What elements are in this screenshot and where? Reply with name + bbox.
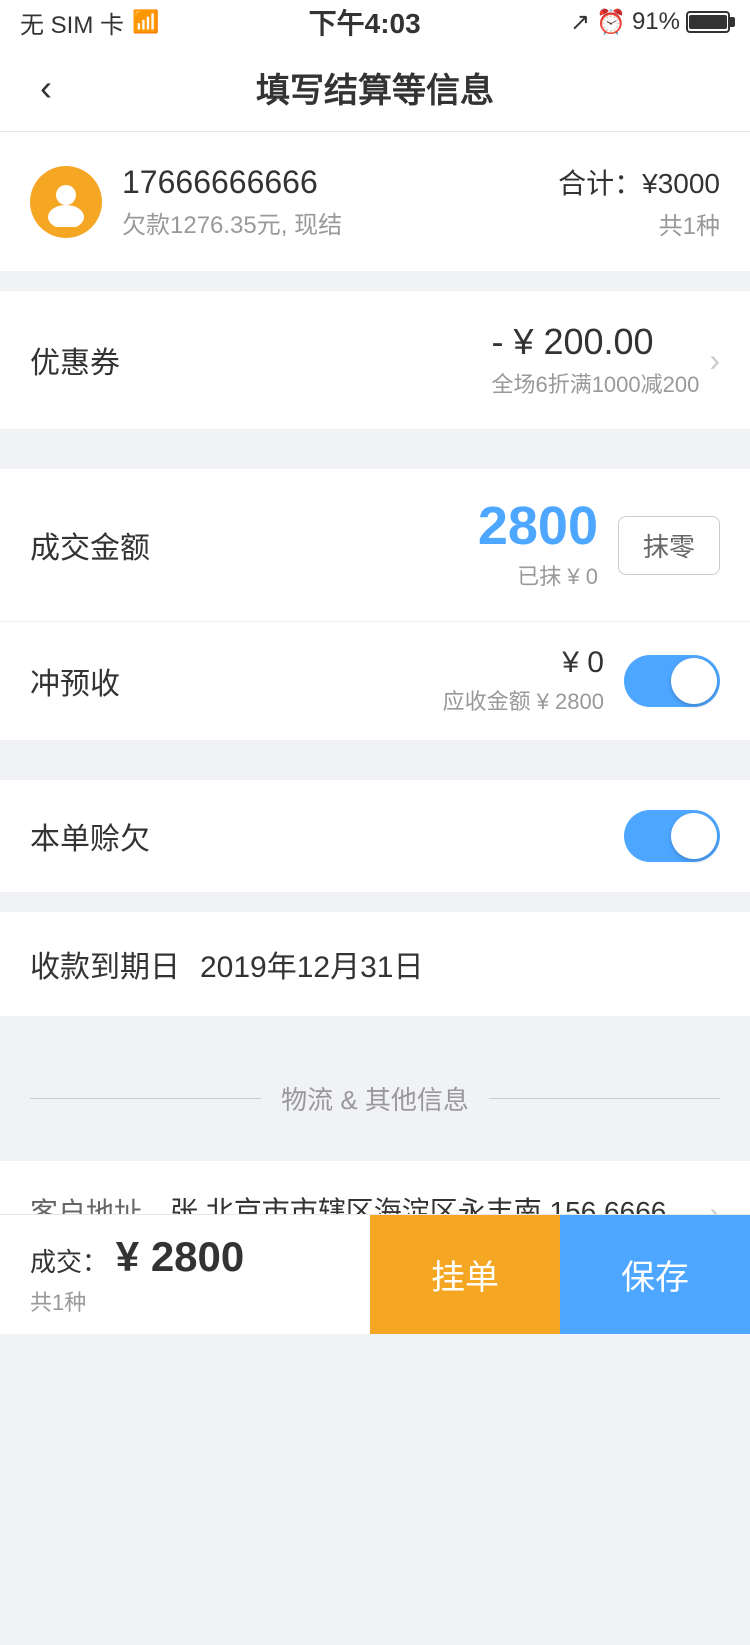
bottom-summary: 成交： ¥ 2800 共1种 [0, 1233, 370, 1317]
bottom-count: 共1种 [30, 1285, 340, 1317]
extra-space [0, 1305, 750, 1505]
prepaid-row: 冲预收 ¥ 0 应收金额 ¥ 2800 [0, 621, 750, 740]
status-time: 下午4:03 [309, 2, 421, 42]
location-icon: ↗ [570, 8, 590, 37]
battery-icon [686, 11, 730, 33]
hang-button[interactable]: 挂单 [370, 1215, 560, 1334]
bottom-bar: 成交： ¥ 2800 共1种 挂单 保存 [0, 1214, 750, 1334]
section-divider-2 [0, 760, 750, 780]
credit-toggle[interactable] [624, 810, 720, 862]
prepaid-label: 冲预收 [30, 659, 120, 703]
duedate-value: 2019年12月31日 [200, 942, 423, 986]
duedate-label: 收款到期日 [30, 942, 180, 986]
amount-sub: 已抹 ¥ 0 [478, 559, 598, 591]
section-divider-1 [0, 449, 750, 469]
coupon-right: - ¥ 200.00 全场6折满1000减200 › [491, 321, 720, 399]
bottom-deal-row: 成交： ¥ 2800 [30, 1233, 340, 1281]
save-button[interactable]: 保存 [560, 1215, 750, 1334]
avatar [30, 166, 102, 238]
prepaid-amount: ¥ 0 [443, 646, 604, 680]
coupon-desc: 全场6折满1000减200 [491, 367, 699, 399]
credit-label: 本单赊欠 [30, 814, 150, 858]
customer-total: 合计：¥3000 [558, 162, 720, 202]
amount-right: 2800 已抹 ¥ 0 抹零 [478, 499, 720, 591]
content: 17666666666 欠款1276.35元, 现结 合计：¥3000 共1种 … [0, 132, 750, 1645]
status-bar: 无 SIM 卡 📶 下午4:03 ↗ ⏰ 91% [0, 0, 750, 44]
prepaid-right: ¥ 0 应收金额 ¥ 2800 [443, 646, 720, 716]
toggle-knob [671, 658, 717, 704]
prepaid-toggle[interactable] [624, 655, 720, 707]
bottom-actions: 挂单 保存 [370, 1215, 750, 1334]
customer-left: 17666666666 欠款1276.35元, 现结 [30, 164, 342, 240]
section-divider-3 [0, 1036, 750, 1056]
coupon-info: - ¥ 200.00 全场6折满1000减200 [491, 321, 699, 399]
coupon-discount: - ¥ 200.00 [491, 321, 699, 363]
logistics-line-left [30, 1098, 261, 1099]
logistics-header: 物流 & 其他信息 [0, 1056, 750, 1141]
prepaid-values: ¥ 0 应收金额 ¥ 2800 [443, 646, 604, 716]
customer-count: 共1种 [558, 206, 720, 241]
wifi-icon: 📶 [132, 9, 159, 35]
no-sim-text: 无 SIM 卡 [20, 5, 124, 40]
duedate-row: 收款到期日 2019年12月31日 [0, 912, 750, 1016]
logistics-title: 物流 & 其他信息 [281, 1080, 469, 1117]
customer-info: 17666666666 欠款1276.35元, 现结 [122, 164, 342, 240]
logistics-line-right [489, 1098, 720, 1099]
credit-row: 本单赊欠 [0, 780, 750, 892]
nav-bar: ‹ 填写结算等信息 [0, 44, 750, 132]
logistics-section: 物流 & 其他信息 [0, 1056, 750, 1141]
amount-value-group: 2800 已抹 ¥ 0 [478, 499, 598, 591]
battery-percent: 91% [632, 8, 680, 36]
customer-right: 合计：¥3000 共1种 [558, 162, 720, 241]
bottom-deal-label: 成交： [30, 1247, 108, 1277]
coupon-chevron-icon: › [709, 342, 720, 379]
amount-row: 成交金额 2800 已抹 ¥ 0 抹零 [0, 469, 750, 621]
back-button[interactable]: ‹ [30, 57, 62, 119]
customer-debt: 欠款1276.35元, 现结 [122, 205, 342, 240]
customer-phone: 17666666666 [122, 164, 342, 201]
credit-toggle-knob [671, 813, 717, 859]
status-left: 无 SIM 卡 📶 [20, 5, 159, 40]
amount-value: 2800 [478, 499, 598, 553]
round-button[interactable]: 抹零 [618, 516, 720, 575]
prepaid-desc: 应收金额 ¥ 2800 [443, 684, 604, 716]
status-right: ↗ ⏰ 91% [570, 8, 730, 37]
coupon-row[interactable]: 优惠券 - ¥ 200.00 全场6折满1000减200 › [0, 291, 750, 429]
bottom-price: ¥ 2800 [116, 1233, 244, 1280]
page-title: 填写结算等信息 [256, 63, 494, 112]
customer-row: 17666666666 欠款1276.35元, 现结 合计：¥3000 共1种 [0, 132, 750, 271]
coupon-label: 优惠券 [30, 338, 120, 382]
amount-section: 成交金额 2800 已抹 ¥ 0 抹零 冲预收 ¥ 0 应收金额 ¥ 2800 [0, 469, 750, 740]
amount-label: 成交金额 [30, 523, 150, 567]
alarm-icon: ⏰ [596, 8, 626, 37]
